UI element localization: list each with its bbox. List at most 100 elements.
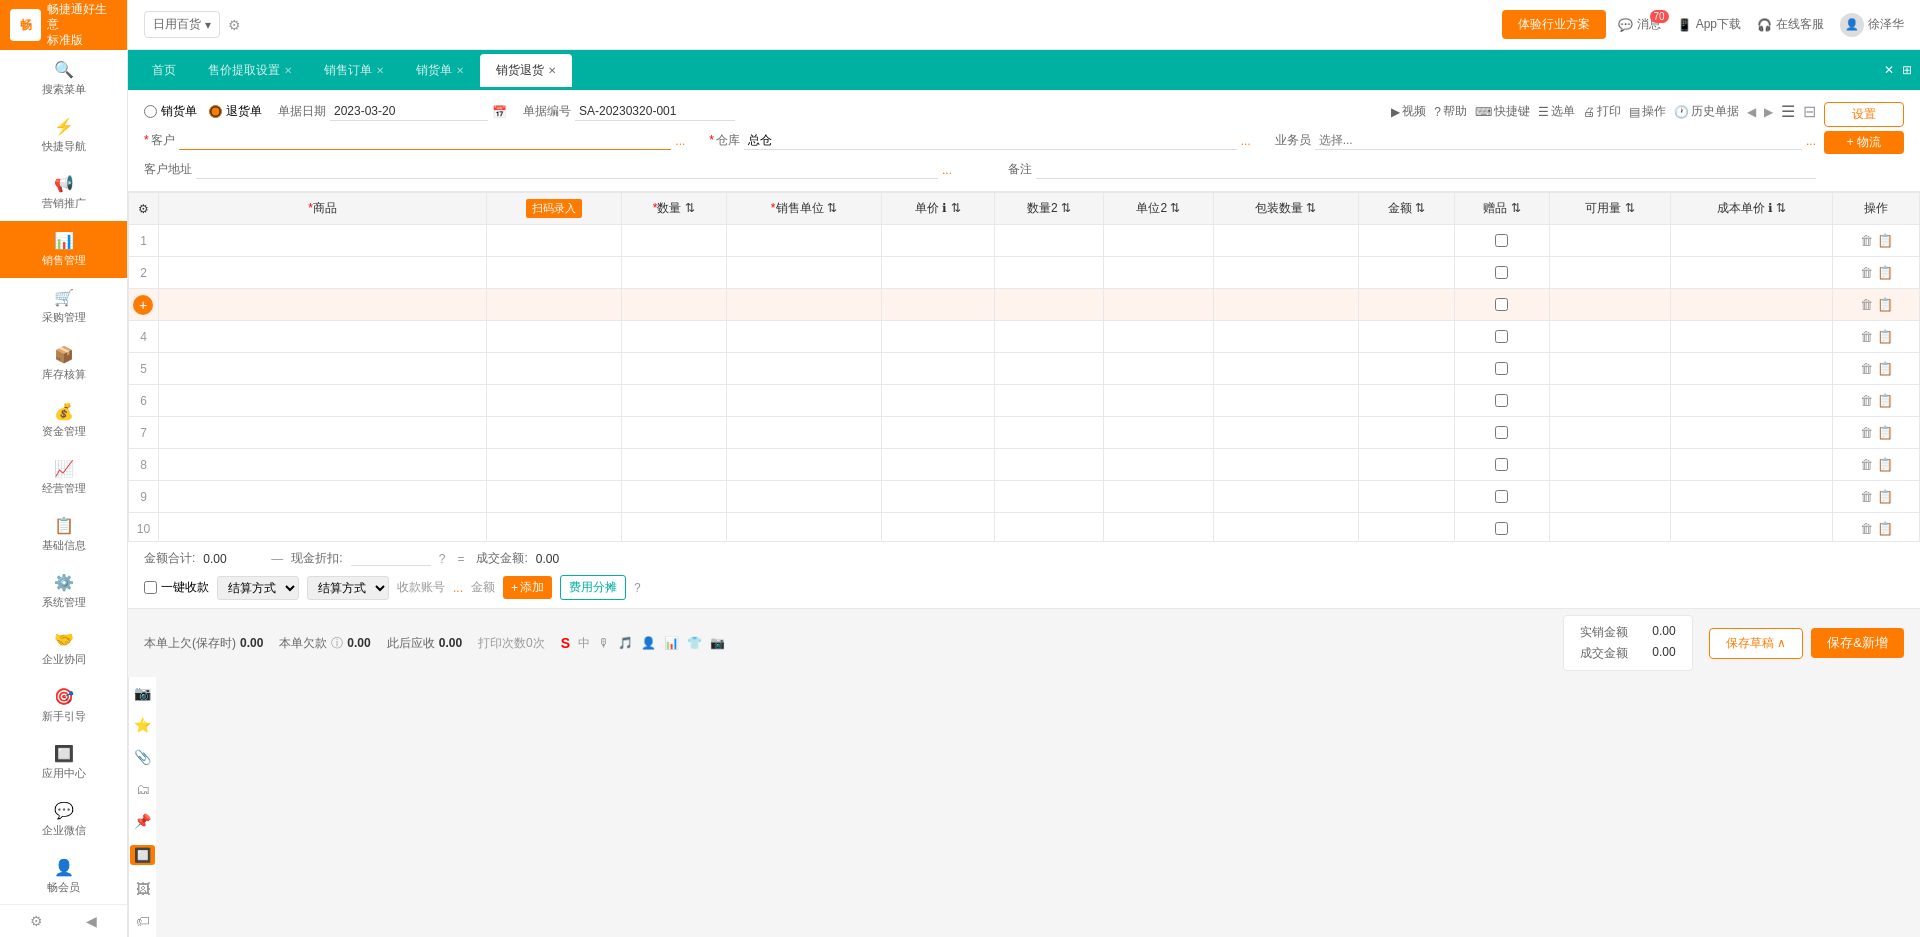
gift-cell-7[interactable]: [1454, 417, 1550, 449]
sidebar-item-apps[interactable]: 🔲 应用中心: [0, 734, 127, 791]
goods-input-3[interactable]: [179, 298, 466, 312]
right-panel-icon-3[interactable]: 📎: [134, 749, 151, 765]
pkg-cell-8[interactable]: [1213, 449, 1358, 481]
price-cell-4[interactable]: [881, 321, 994, 353]
amount-cell-4[interactable]: [1358, 321, 1454, 353]
available-cell-5[interactable]: [1550, 353, 1670, 385]
cost-price-cell-7[interactable]: [1670, 417, 1832, 449]
collapse-icon[interactable]: ◀: [86, 913, 97, 929]
radio-return-input[interactable]: [209, 105, 222, 118]
toolbar-select-btn[interactable]: ☰ 选单: [1538, 103, 1575, 120]
cashier-check-input[interactable]: [144, 581, 157, 594]
sidebar-item-member[interactable]: 👤 畅会员: [0, 848, 127, 904]
unit-cell-9[interactable]: [726, 481, 881, 513]
available-cell-2[interactable]: [1550, 257, 1670, 289]
app-download-btn[interactable]: 📱 App下载: [1677, 16, 1741, 33]
qty-cell-8[interactable]: [621, 449, 726, 481]
unit-cell-6[interactable]: [726, 385, 881, 417]
radio-delivery[interactable]: 销货单: [144, 103, 197, 120]
gift-check-1[interactable]: [1495, 234, 1508, 247]
pkg-cell-2[interactable]: [1213, 257, 1358, 289]
copy-row-icon-10[interactable]: 📋: [1877, 521, 1893, 536]
price-cell-3[interactable]: [881, 289, 994, 321]
unit2-cell-7[interactable]: [1104, 417, 1213, 449]
nav-next-icon[interactable]: ▶: [1764, 105, 1773, 119]
unit2-cell-8[interactable]: [1104, 449, 1213, 481]
right-panel-icon-4[interactable]: 🗂: [136, 781, 150, 797]
close-tab-sales-return[interactable]: ✕: [548, 65, 556, 76]
pkg-cell-4[interactable]: [1213, 321, 1358, 353]
gift-cell-6[interactable]: [1454, 385, 1550, 417]
copy-row-icon-8[interactable]: 📋: [1877, 457, 1893, 472]
qty-cell-2[interactable]: [621, 257, 726, 289]
available-cell-4[interactable]: [1550, 321, 1670, 353]
cost-price-cell-3[interactable]: [1670, 289, 1832, 321]
toolbar-help-btn[interactable]: ? 帮助: [1434, 103, 1467, 120]
qty-cell-1[interactable]: [621, 225, 726, 257]
sidebar-item-wechat[interactable]: 💬 企业微信: [0, 791, 127, 848]
goods-cell-9[interactable]: [159, 481, 487, 513]
toolbar-shortcut-btn[interactable]: ⌨ 快捷键: [1475, 103, 1530, 120]
close-all-tabs-icon[interactable]: ✕: [1884, 63, 1894, 77]
right-panel-icon-8[interactable]: 🏷: [136, 913, 150, 929]
sidebar-item-operation[interactable]: 📈 经营管理: [0, 449, 127, 506]
delete-row-icon-5[interactable]: 🗑: [1860, 361, 1873, 376]
toolbar-operate-btn[interactable]: ▤ 操作: [1629, 103, 1666, 120]
gift-check-3[interactable]: [1495, 298, 1508, 311]
qty2-cell-3[interactable]: [994, 289, 1103, 321]
account-dots[interactable]: ...: [453, 581, 463, 595]
qty-cell-10[interactable]: [621, 513, 726, 542]
unit-cell-5[interactable]: [726, 353, 881, 385]
copy-row-icon-3[interactable]: 📋: [1877, 297, 1893, 312]
settings-icon[interactable]: ⚙: [30, 913, 43, 929]
remark-input[interactable]: [1036, 160, 1816, 179]
gift-check-2[interactable]: [1495, 266, 1508, 279]
gift-check-5[interactable]: [1495, 362, 1508, 375]
qty2-cell-1[interactable]: [994, 225, 1103, 257]
delete-row-icon-2[interactable]: 🗑: [1860, 265, 1873, 280]
tab-sales-delivery[interactable]: 销货单 ✕: [400, 54, 480, 87]
goods-cell-10[interactable]: [159, 513, 487, 542]
view-grid-icon[interactable]: ⊟: [1803, 102, 1816, 121]
available-cell-3[interactable]: [1550, 289, 1670, 321]
cost-price-cell-1[interactable]: [1670, 225, 1832, 257]
right-panel-icon-6[interactable]: 🔲: [130, 845, 155, 865]
price-cell-7[interactable]: [881, 417, 994, 449]
amount-cell-3[interactable]: [1358, 289, 1454, 321]
delete-row-icon-3[interactable]: 🗑: [1860, 297, 1873, 312]
address-dots[interactable]: ...: [942, 163, 952, 177]
unit-cell-3[interactable]: [726, 289, 881, 321]
gift-cell-3[interactable]: [1454, 289, 1550, 321]
price-cell-6[interactable]: [881, 385, 994, 417]
toolbar-print-btn[interactable]: 🖨 打印: [1583, 103, 1621, 120]
unit2-cell-1[interactable]: [1104, 225, 1213, 257]
qty-cell-4[interactable]: [621, 321, 726, 353]
gift-cell-9[interactable]: [1454, 481, 1550, 513]
add-row-btn[interactable]: +: [133, 295, 153, 315]
cost-price-cell-2[interactable]: [1670, 257, 1832, 289]
cashier-checkbox[interactable]: 一键收款: [144, 579, 209, 596]
unit2-cell-5[interactable]: [1104, 353, 1213, 385]
goods-cell-1[interactable]: [159, 225, 487, 257]
cost-price-cell-9[interactable]: [1670, 481, 1832, 513]
delete-row-icon-8[interactable]: 🗑: [1860, 457, 1873, 472]
warehouse-dots[interactable]: ...: [1241, 134, 1251, 148]
qty2-cell-6[interactable]: [994, 385, 1103, 417]
sidebar-item-finance[interactable]: 💰 资金管理: [0, 392, 127, 449]
gift-cell-5[interactable]: [1454, 353, 1550, 385]
pkg-cell-9[interactable]: [1213, 481, 1358, 513]
qty2-cell-2[interactable]: [994, 257, 1103, 289]
sidebar-item-sales[interactable]: 📊 销售管理: [0, 221, 127, 278]
docnum-input[interactable]: [575, 102, 735, 121]
nav-prev-icon[interactable]: ◀: [1747, 105, 1756, 119]
gift-cell-10[interactable]: [1454, 513, 1550, 542]
copy-row-icon-4[interactable]: 📋: [1877, 329, 1893, 344]
gift-cell-8[interactable]: [1454, 449, 1550, 481]
cost-price-cell-5[interactable]: [1670, 353, 1832, 385]
topbar-gear-icon[interactable]: ⚙: [228, 17, 241, 33]
copy-row-icon-9[interactable]: 📋: [1877, 489, 1893, 504]
logistics-btn[interactable]: + 物流: [1824, 131, 1904, 154]
qty2-cell-7[interactable]: [994, 417, 1103, 449]
copy-row-icon-2[interactable]: 📋: [1877, 265, 1893, 280]
sidebar-item-purchase[interactable]: 🛒 采购管理: [0, 278, 127, 335]
